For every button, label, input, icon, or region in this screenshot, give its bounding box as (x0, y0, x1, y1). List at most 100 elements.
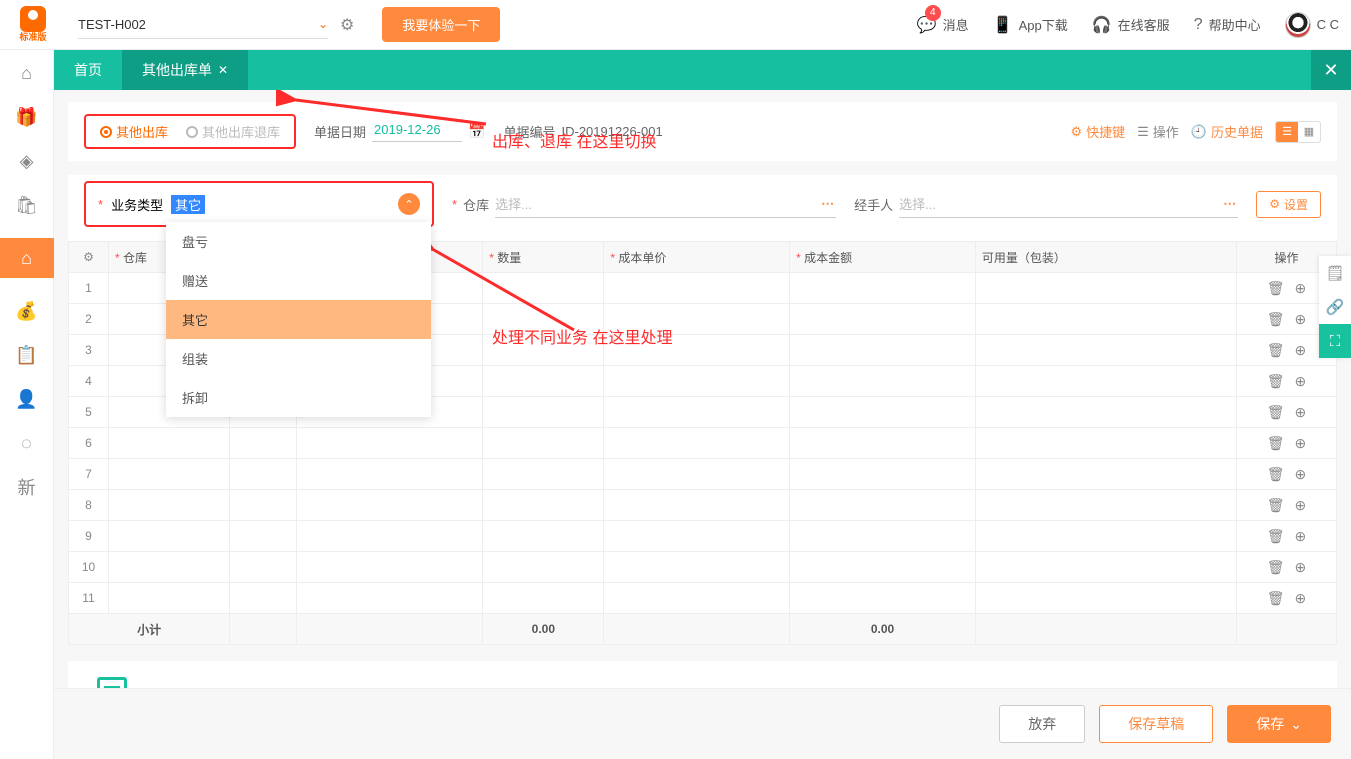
date-value: 2019-12-26 (372, 122, 462, 142)
column-settings-icon[interactable]: ⚙ (69, 242, 109, 273)
delete-row-icon[interactable]: 🗑 (1267, 590, 1285, 607)
business-type-select[interactable]: * 业务类型 其它 ⌃ 盘亏 赠送 其它 组装 拆卸 (84, 181, 434, 227)
delete-row-icon[interactable]: 🗑 (1267, 435, 1285, 452)
close-all-tabs[interactable]: ✕ (1311, 50, 1351, 90)
table-row[interactable]: 6 🗑 ⊕ (69, 428, 1337, 459)
add-row-icon[interactable]: ⊕ (1295, 342, 1307, 359)
table-row[interactable]: 7 🗑 ⊕ (69, 459, 1337, 490)
chevron-up-icon[interactable]: ⌃ (398, 193, 420, 215)
setting-button[interactable]: ⚙ 设置 (1256, 191, 1321, 218)
warehouse-field[interactable]: * 仓库 选择... ⋯ (452, 190, 836, 218)
headset-icon: 🎧 (1092, 15, 1112, 35)
delete-row-icon[interactable]: 🗑 (1267, 311, 1285, 328)
sidebar-new-icon[interactable]: 新 (16, 476, 38, 498)
chevron-down-icon: ⌄ (1290, 716, 1302, 733)
online-service-link[interactable]: 🎧 在线客服 (1092, 15, 1170, 35)
add-row-icon[interactable]: ⊕ (1295, 373, 1307, 390)
dd-option-zuzhuang[interactable]: 组装 (166, 339, 431, 378)
table-row[interactable]: 10 🗑 ⊕ (69, 552, 1337, 583)
avatar-icon (1285, 12, 1311, 38)
quick-links: ⚙ 快捷键 ☰ 操作 🕘 历史单据 ☰ ▦ (1070, 121, 1321, 143)
add-row-icon[interactable]: ⊕ (1295, 404, 1307, 421)
save-button[interactable]: 保存 ⌄ (1227, 705, 1331, 743)
row-index: 2 (69, 304, 109, 335)
add-row-icon[interactable]: ⊕ (1295, 497, 1307, 514)
more-icon[interactable]: ⋯ (1223, 196, 1238, 212)
dd-option-pankui[interactable]: 盘亏 (166, 222, 431, 261)
quick-key-link[interactable]: ⚙ 快捷键 (1070, 121, 1125, 143)
th-available: 可用量（包装） (975, 242, 1236, 273)
row-index: 7 (69, 459, 109, 490)
tab-bar: 首页 其他出库单 ✕ ✕ (54, 50, 1351, 90)
delete-row-icon[interactable]: 🗑 (1267, 528, 1285, 545)
gear-icon[interactable]: ⚙ (340, 15, 354, 35)
operate-link[interactable]: ☰ 操作 (1137, 121, 1179, 143)
delete-row-icon[interactable]: 🗑 (1267, 497, 1285, 514)
user-name: C C (1317, 17, 1339, 32)
radio-other-return[interactable]: 其他出库退库 (186, 122, 280, 141)
dd-option-zengsong[interactable]: 赠送 (166, 261, 431, 300)
logo-icon (20, 6, 46, 32)
add-row-icon[interactable]: ⊕ (1295, 590, 1307, 607)
delete-row-icon[interactable]: 🗑 (1267, 559, 1285, 576)
help-center-link[interactable]: ? 帮助中心 (1194, 15, 1261, 34)
delete-row-icon[interactable]: 🗑 (1267, 404, 1285, 421)
app-download-link[interactable]: 📱 App下载 (993, 15, 1068, 35)
org-select[interactable]: TEST-H002 ⌄ (78, 11, 328, 39)
logo: 标准版 (12, 6, 54, 43)
sidebar-gift-icon[interactable]: 🎁 (16, 106, 38, 128)
user-profile[interactable]: C C (1285, 12, 1339, 38)
date-field[interactable]: 单据日期 2019-12-26 📅 (314, 122, 485, 142)
tab-home[interactable]: 首页 (54, 50, 122, 90)
page-body: 其他出库 其他出库退库 单据日期 2019-12-26 📅 单据编号 ID-20… (54, 90, 1351, 688)
calendar-icon[interactable]: 📅 (468, 123, 485, 140)
table-row[interactable]: 8 🗑 ⊕ (69, 490, 1337, 521)
sidebar-bag-icon[interactable]: 🛍 (16, 194, 38, 216)
abandon-button[interactable]: 放弃 (999, 705, 1085, 743)
table-row[interactable]: 9 🗑 ⊕ (69, 521, 1337, 552)
tab-other-outbound[interactable]: 其他出库单 ✕ (122, 50, 248, 90)
add-row-icon[interactable]: ⊕ (1295, 528, 1307, 545)
dd-option-chaixi[interactable]: 拆卸 (166, 378, 431, 417)
add-row-icon[interactable]: ⊕ (1295, 311, 1307, 328)
sidebar-diamond-icon[interactable]: ◈ (16, 150, 38, 172)
add-row-icon[interactable]: ⊕ (1295, 280, 1307, 297)
add-row-icon[interactable]: ⊕ (1295, 466, 1307, 483)
delete-row-icon[interactable]: 🗑 (1267, 373, 1285, 390)
notes-tool-icon[interactable]: 🗒 (1319, 256, 1351, 290)
link-tool-icon[interactable]: 🔗 (1319, 290, 1351, 324)
form-row-2: * 业务类型 其它 ⌃ 盘亏 赠送 其它 组装 拆卸 * 仓库 (68, 175, 1337, 241)
sidebar-warehouse-icon[interactable]: ⌂ (0, 238, 54, 278)
close-icon[interactable]: ✕ (218, 63, 228, 77)
sidebar-loading-icon[interactable]: ◌ (16, 432, 38, 454)
table-row[interactable]: 11 🗑 ⊕ (69, 583, 1337, 614)
add-row-icon[interactable]: ⊕ (1295, 435, 1307, 452)
history-link[interactable]: 🕘 历史单据 (1191, 121, 1263, 143)
sidebar-clipboard-icon[interactable]: 📋 (16, 344, 38, 366)
expand-tool-icon[interactable]: ⛶ (1319, 324, 1351, 358)
try-button[interactable]: 我要体验一下 (382, 7, 500, 42)
org-value: TEST-H002 (78, 17, 146, 32)
handler-field[interactable]: 经手人 选择... ⋯ (854, 190, 1238, 218)
row-index: 5 (69, 397, 109, 428)
dd-option-qita[interactable]: 其它 (166, 300, 431, 339)
row-index: 11 (69, 583, 109, 614)
delete-row-icon[interactable]: 🗑 (1267, 466, 1285, 483)
view-list-icon[interactable]: ☰ (1276, 122, 1298, 142)
radio-other-outbound[interactable]: 其他出库 (100, 122, 168, 141)
delete-row-icon[interactable]: 🗑 (1267, 280, 1285, 297)
sidebar-home-icon[interactable]: ⌂ (16, 62, 38, 84)
top-right-nav: 💬 4 消息 📱 App下载 🎧 在线客服 ? 帮助中心 C C (917, 12, 1339, 38)
view-grid-icon[interactable]: ▦ (1298, 122, 1320, 142)
add-row-icon[interactable]: ⊕ (1295, 559, 1307, 576)
sidebar-money-icon[interactable]: 💰 (16, 300, 38, 322)
messages-link[interactable]: 💬 4 消息 (917, 15, 969, 35)
sidebar-person-icon[interactable]: 👤 (16, 388, 38, 410)
save-draft-button[interactable]: 保存草稿 (1099, 705, 1213, 743)
row-index: 9 (69, 521, 109, 552)
delete-row-icon[interactable]: 🗑 (1267, 342, 1285, 359)
sidebar: ⌂ 🎁 ◈ 🛍 ⌂ 💰 📋 👤 ◌ 新 (0, 50, 54, 759)
row-index: 4 (69, 366, 109, 397)
doc-no-value: ID-20191226-001 (562, 124, 663, 139)
more-icon[interactable]: ⋯ (821, 196, 836, 212)
